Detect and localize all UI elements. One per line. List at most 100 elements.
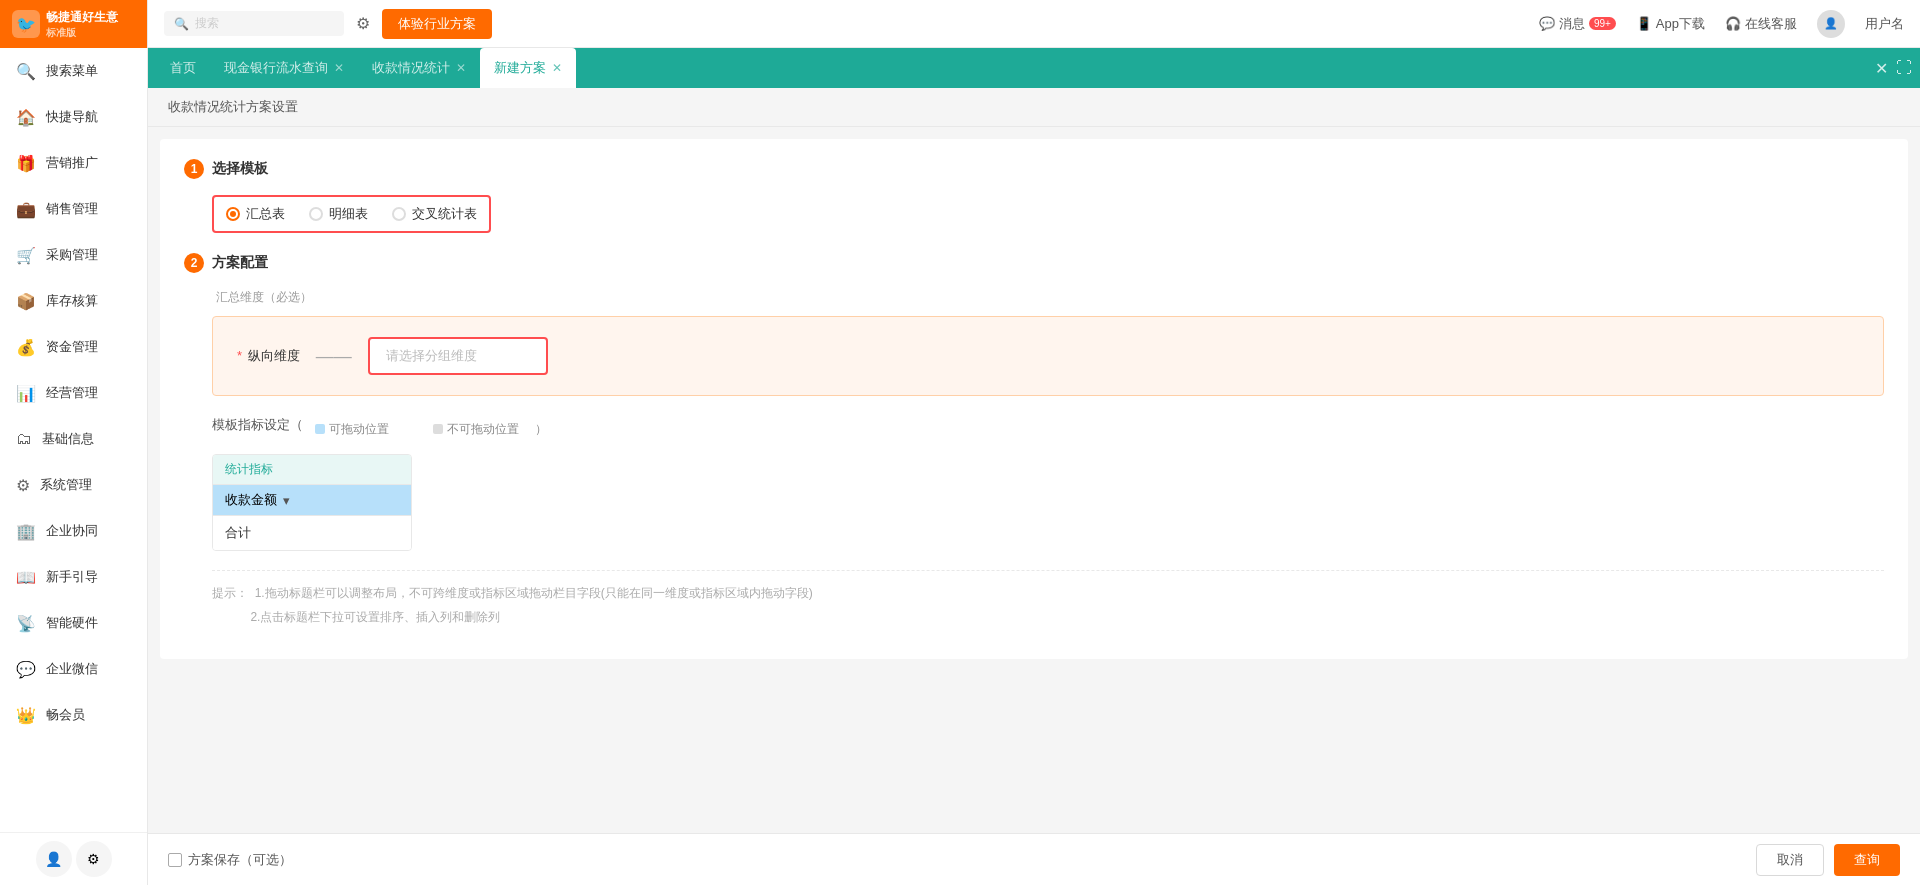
sidebar-item-member[interactable]: 👑 畅会员 bbox=[0, 692, 147, 738]
message-item[interactable]: 💬 消息 99+ bbox=[1539, 15, 1616, 33]
online-service-item[interactable]: 🎧 在线客服 bbox=[1725, 15, 1797, 33]
cart-icon: 🛒 bbox=[16, 246, 36, 265]
sidebar-item-sales[interactable]: 💼 销售管理 bbox=[0, 186, 147, 232]
search-icon: 🔍 bbox=[174, 17, 189, 31]
dimension-area: * 纵向维度 —— 请选择分组维度 bbox=[212, 316, 1884, 396]
sidebar: 🐦 畅捷通好生意 标准版 🔍 搜索菜单 🏠 快捷导航 🎁 营销推广 💼 销售管理… bbox=[0, 0, 148, 885]
logo-icon: 🐦 bbox=[12, 10, 40, 38]
dropdown-arrow-icon[interactable]: ▾ bbox=[283, 493, 290, 508]
tab-close-new-plan[interactable]: ✕ bbox=[552, 61, 562, 75]
sidebar-user-btn[interactable]: 👤 bbox=[36, 841, 72, 877]
dimension-selector-input[interactable]: 请选择分组维度 bbox=[368, 337, 548, 375]
page-title: 收款情况统计方案设置 bbox=[168, 99, 298, 114]
enterprise-icon: 🏢 bbox=[16, 522, 36, 541]
bottom-bar-right: 取消 查询 bbox=[1756, 844, 1900, 876]
user-name: 用户名 bbox=[1865, 15, 1904, 33]
tip2: 2.点击标题栏下拉可设置排序、插入列和删除列 bbox=[250, 605, 1884, 629]
member-icon: 👑 bbox=[16, 706, 36, 725]
home-icon: 🏠 bbox=[16, 108, 36, 127]
sidebar-item-wechat[interactable]: 💬 企业微信 bbox=[0, 646, 147, 692]
sidebar-item-finance[interactable]: 💰 资金管理 bbox=[0, 324, 147, 370]
metrics-row-payment[interactable]: 收款金额 ▾ bbox=[213, 485, 411, 516]
sidebar-item-basic-info[interactable]: 🗂 基础信息 bbox=[0, 416, 147, 462]
sidebar-settings-btn[interactable]: ⚙ bbox=[76, 841, 112, 877]
query-button[interactable]: 查询 bbox=[1834, 844, 1900, 876]
book-icon: 📖 bbox=[16, 568, 36, 587]
legend-dot-draggable bbox=[315, 424, 325, 434]
sidebar-item-quick-nav[interactable]: 🏠 快捷导航 bbox=[0, 94, 147, 140]
tab-home[interactable]: 首页 bbox=[156, 48, 210, 88]
sidebar-item-system[interactable]: ⚙ 系统管理 bbox=[0, 462, 147, 508]
page-content: 收款情况统计方案设置 1 选择模板 汇总表 明细表 bbox=[148, 88, 1920, 885]
legend-dot-fixed bbox=[433, 424, 443, 434]
sidebar-logo: 🐦 畅捷通好生意 标准版 bbox=[0, 0, 147, 48]
tab-new-plan[interactable]: 新建方案 ✕ bbox=[480, 48, 576, 88]
dimension-arrow: —— bbox=[316, 346, 352, 367]
sidebar-item-newbie[interactable]: 📖 新手引导 bbox=[0, 554, 147, 600]
radio-dot-summary bbox=[226, 207, 240, 221]
phone-icon: 📱 bbox=[1636, 16, 1652, 31]
header-right: 💬 消息 99+ 📱 App下载 🎧 在线客服 👤 用户名 bbox=[1539, 10, 1904, 38]
radio-cross[interactable]: 交叉统计表 bbox=[392, 205, 477, 223]
section2-number: 2 bbox=[184, 253, 204, 273]
folder-icon: 🗂 bbox=[16, 430, 32, 448]
dimension-section-title: 汇总维度（必选） bbox=[212, 289, 1884, 306]
sidebar-item-operations[interactable]: 📊 经营管理 bbox=[0, 370, 147, 416]
legend-draggable: 可拖动位置 bbox=[315, 421, 389, 438]
trial-button[interactable]: 体验行业方案 bbox=[382, 9, 492, 39]
save-checkbox[interactable] bbox=[168, 853, 182, 867]
template-selector: 汇总表 明细表 交叉统计表 bbox=[212, 195, 491, 233]
metrics-header: 统计指标 bbox=[213, 455, 411, 485]
legend-fixed: 不可拖动位置 bbox=[433, 421, 519, 438]
section2-title: 方案配置 bbox=[212, 254, 268, 272]
section1-header: 1 选择模板 bbox=[184, 159, 1884, 179]
section1-title: 选择模板 bbox=[212, 160, 268, 178]
metrics-table: 统计指标 收款金额 ▾ 合计 bbox=[212, 454, 412, 551]
tab-bank-flow[interactable]: 现金银行流水查询 ✕ bbox=[210, 48, 358, 88]
settings-icon[interactable]: ⚙ bbox=[356, 14, 370, 33]
tab-close-bank-flow[interactable]: ✕ bbox=[334, 61, 344, 75]
gear-icon: ⚙ bbox=[16, 476, 30, 495]
sidebar-item-search-menu[interactable]: 🔍 搜索菜单 bbox=[0, 48, 147, 94]
tab-close-receipt-stats[interactable]: ✕ bbox=[456, 61, 466, 75]
avatar[interactable]: 👤 bbox=[1817, 10, 1845, 38]
sales-icon: 💼 bbox=[16, 200, 36, 219]
tabs-bar-right: ✕ ⛶ bbox=[1875, 59, 1912, 78]
gift-icon: 🎁 bbox=[16, 154, 36, 173]
section2-header: 2 方案配置 bbox=[184, 253, 1884, 273]
sidebar-item-enterprise-collab[interactable]: 🏢 企业协同 bbox=[0, 508, 147, 554]
metrics-legend: 可拖动位置 不可拖动位置 ） bbox=[315, 421, 547, 438]
save-option: 方案保存（可选） bbox=[168, 851, 292, 869]
sidebar-bottom: 👤 ⚙ bbox=[0, 832, 147, 885]
app-download-item[interactable]: 📱 App下载 bbox=[1636, 15, 1705, 33]
search-icon: 🔍 bbox=[16, 62, 36, 81]
radio-summary[interactable]: 汇总表 bbox=[226, 205, 285, 223]
sidebar-item-marketing[interactable]: 🎁 营销推广 bbox=[0, 140, 147, 186]
radio-dot-cross bbox=[392, 207, 406, 221]
tip1: 提示： 1.拖动标题栏可以调整布局，不可跨维度或指标区域拖动栏目字段(只能在同一… bbox=[212, 581, 1884, 605]
form-card: 1 选择模板 汇总表 明细表 交叉统计表 bbox=[160, 139, 1908, 659]
headset-icon: 🎧 bbox=[1725, 16, 1741, 31]
close-window-btn[interactable]: ✕ bbox=[1875, 59, 1888, 78]
metrics-title: 模板指标设定（ bbox=[212, 416, 303, 434]
radio-detail[interactable]: 明细表 bbox=[309, 205, 368, 223]
cancel-button[interactable]: 取消 bbox=[1756, 844, 1824, 876]
section2: 2 方案配置 汇总维度（必选） * 纵向维度 —— bbox=[184, 253, 1884, 639]
section1-number: 1 bbox=[184, 159, 204, 179]
maximize-window-btn[interactable]: ⛶ bbox=[1896, 59, 1912, 77]
message-icon: 💬 bbox=[1539, 16, 1555, 31]
sidebar-item-purchase[interactable]: 🛒 采购管理 bbox=[0, 232, 147, 278]
tab-receipt-stats[interactable]: 收款情况统计 ✕ bbox=[358, 48, 480, 88]
page-title-bar: 收款情况统计方案设置 bbox=[148, 88, 1920, 127]
top-header: 🔍 搜索 ⚙ 体验行业方案 💬 消息 99+ 📱 App下载 🎧 在线客服 👤 … bbox=[148, 0, 1920, 48]
header-search-box[interactable]: 🔍 搜索 bbox=[164, 11, 344, 36]
box-icon: 📦 bbox=[16, 292, 36, 311]
chart-icon: 📊 bbox=[16, 384, 36, 403]
metrics-row-total: 合计 bbox=[213, 516, 411, 550]
logo-text: 畅捷通好生意 标准版 bbox=[46, 9, 118, 40]
tips-section: 提示： 1.拖动标题栏可以调整布局，不可跨维度或指标区域拖动栏目字段(只能在同一… bbox=[212, 570, 1884, 639]
main-area: 🔍 搜索 ⚙ 体验行业方案 💬 消息 99+ 📱 App下载 🎧 在线客服 👤 … bbox=[148, 0, 1920, 885]
bottom-bar: 方案保存（可选） 取消 查询 bbox=[148, 833, 1920, 885]
sidebar-item-inventory[interactable]: 📦 库存核算 bbox=[0, 278, 147, 324]
sidebar-item-smart-hardware[interactable]: 📡 智能硬件 bbox=[0, 600, 147, 646]
